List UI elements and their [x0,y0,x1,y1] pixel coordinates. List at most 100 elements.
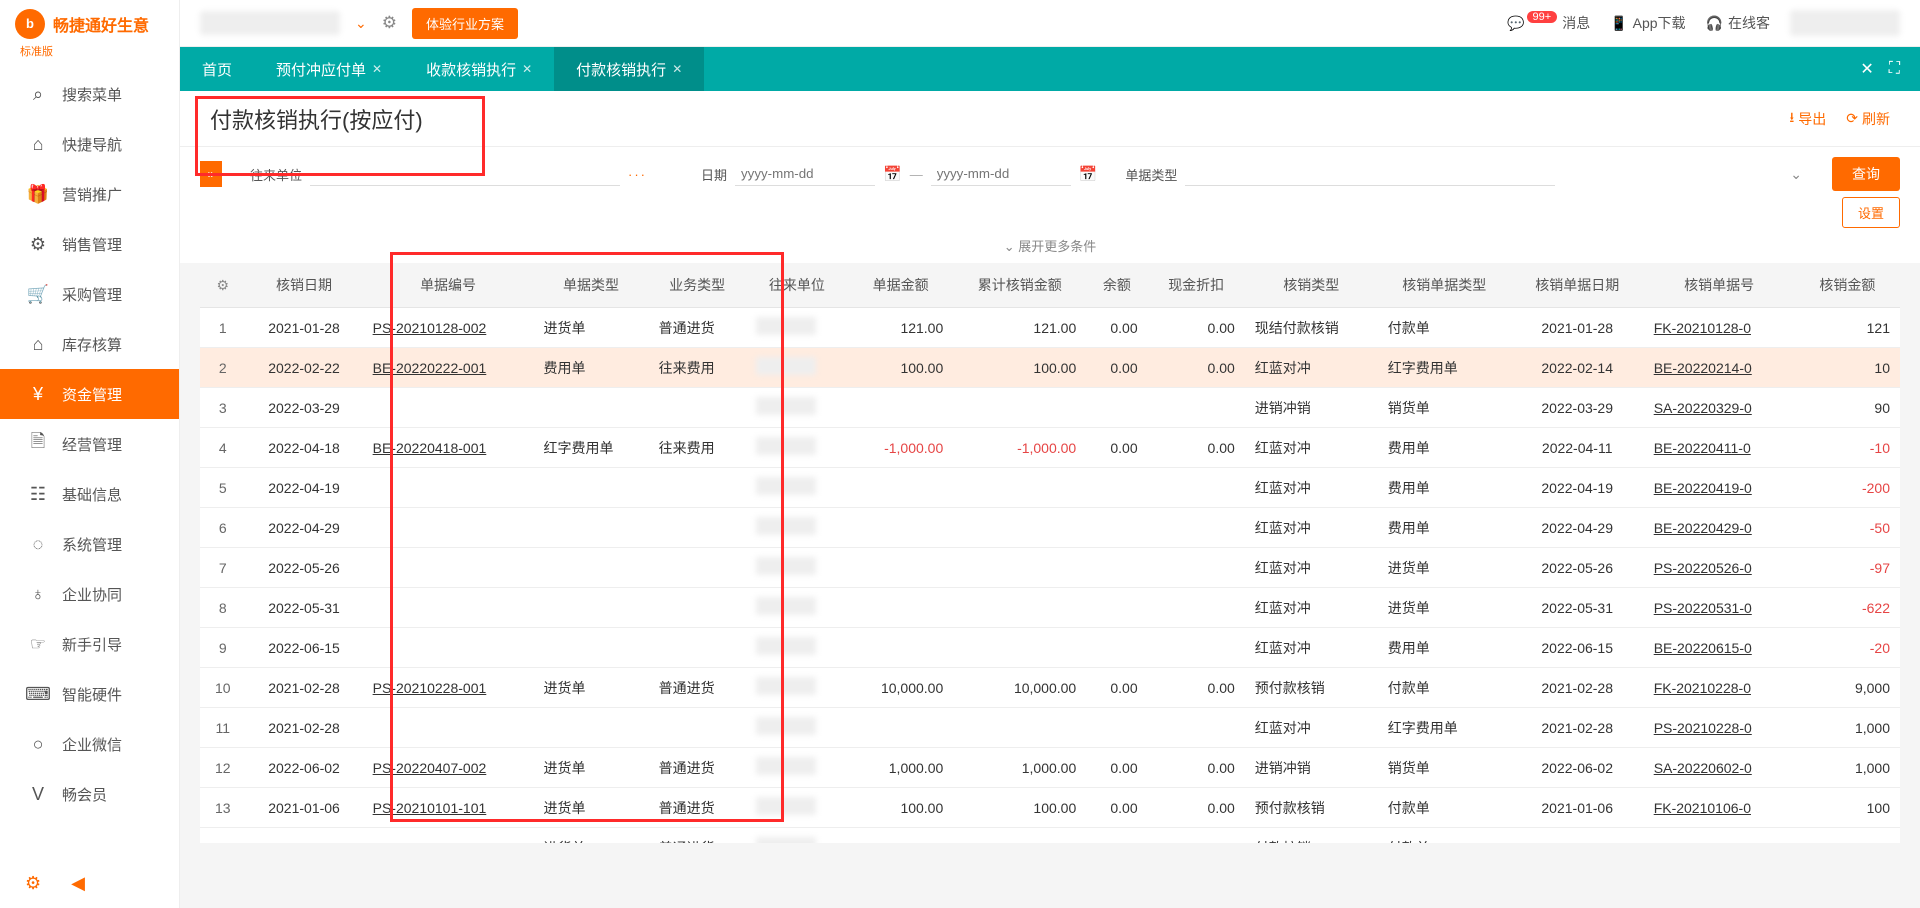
partner-lookup-icon[interactable]: ··· [628,167,647,182]
column-header[interactable]: 单据类型 [534,263,649,308]
date-from-input[interactable] [735,162,875,186]
filter-expand-toggle[interactable]: » [200,161,222,187]
calendar-icon[interactable]: 📅 [1079,165,1098,183]
sidebar-collapse-icon[interactable]: ◀ [71,873,85,894]
doc-code-link[interactable]: BE-20220418-001 [363,428,534,468]
table-row[interactable]: 82022-05-31红蓝对冲进货单2022-05-31PS-20220531-… [200,588,1900,628]
sidebar-item[interactable]: 🗎经营管理 [0,419,179,469]
table-row[interactable]: 102021-02-28PS-20210228-001进货单普通进货10,000… [200,668,1900,708]
sidebar-item[interactable]: 🎁营销推广 [0,169,179,219]
column-header[interactable]: 余额 [1086,263,1147,308]
sidebar-item[interactable]: ☞新手引导 [0,619,179,669]
writeoff-code-link[interactable]: SA-20220602-0 [1644,748,1795,788]
doc-code-link[interactable]: PS-20220407-002 [363,748,534,788]
doc-code-link[interactable] [363,508,534,548]
column-header[interactable]: 核销日期 [245,263,362,308]
column-header[interactable]: 累计核销金额 [953,263,1086,308]
writeoff-code-link[interactable]: PS-20220531-0 [1644,588,1795,628]
table-row[interactable]: 52022-04-19红蓝对冲费用单2022-04-19BE-20220419-… [200,468,1900,508]
partner-input[interactable] [310,162,620,186]
tab-close-icon[interactable]: ✕ [372,62,382,76]
writeoff-code-link[interactable]: BE-20220411-0 [1644,428,1795,468]
table-row[interactable]: 122022-06-02PS-20220407-002进货单普通进货1,000.… [200,748,1900,788]
trial-button[interactable]: 体验行业方案 [412,8,518,39]
column-header[interactable]: 业务类型 [649,263,746,308]
column-header[interactable]: 核销单据类型 [1378,263,1511,308]
org-settings-icon[interactable]: ⚙ [382,13,397,33]
column-header[interactable]: 核销单据号 [1644,263,1795,308]
table-row[interactable]: 12021-01-28PS-20210128-002进货单普通进货121.001… [200,308,1900,348]
doc-code-link[interactable] [363,588,534,628]
column-header[interactable]: 单据编号 [363,263,534,308]
support-button[interactable]: 🎧 在线客 [1706,13,1770,33]
tab[interactable]: 付款核销执行✕ [554,47,704,91]
settings-button[interactable]: 设置 [1842,197,1900,228]
sidebar-item[interactable]: ◌系统管理 [0,519,179,569]
doc-code-link[interactable] [363,388,534,428]
doctype-input[interactable] [1185,162,1555,186]
writeoff-code-link[interactable]: PS-20220526-0 [1644,548,1795,588]
tab[interactable]: 收款核销执行✕ [404,47,554,91]
filter-collapse-icon[interactable]: ⌄ [1790,166,1802,183]
sidebar-item[interactable]: ☷基础信息 [0,469,179,519]
sidebar-item[interactable]: 🛒采购管理 [0,269,179,319]
table-settings-icon[interactable] [200,263,245,308]
doc-code-link[interactable] [363,628,534,668]
table-row[interactable]: 42022-04-18BE-20220418-001红字费用单往来费用-1,00… [200,428,1900,468]
table-row[interactable]: 72022-05-26红蓝对冲进货单2022-05-26PS-20220526-… [200,548,1900,588]
table-row[interactable]: 92022-06-15红蓝对冲费用单2022-06-15BE-20220615-… [200,628,1900,668]
tab-close-icon[interactable]: ✕ [522,62,532,76]
column-header[interactable]: 单据金额 [848,263,953,308]
writeoff-code-link[interactable]: BE-20220214-0 [1644,348,1795,388]
tab[interactable]: 首页 [180,47,254,91]
writeoff-code-link[interactable]: FK-20210106-0 [1644,788,1795,828]
writeoff-code-link[interactable]: BE-20220429-0 [1644,508,1795,548]
refresh-button[interactable]: ⟳ 刷新 [1846,107,1890,131]
doc-code-link[interactable]: PS-20210101-101 [363,788,534,828]
tab-close-icon[interactable]: ✕ [672,62,682,76]
table-row[interactable]: 32022-03-29进销冲销销货单2022-03-29SA-20220329-… [200,388,1900,428]
messages-button[interactable]: 💬 99+ 消息 [1507,13,1590,33]
column-header[interactable]: 现金折扣 [1148,263,1245,308]
writeoff-code-link[interactable]: PS-20210228-0 [1644,708,1795,748]
doc-code-link[interactable] [363,468,534,508]
sidebar-item[interactable]: V畅会员 [0,769,179,819]
tab[interactable]: 预付冲应付单✕ [254,47,404,91]
org-dropdown-icon[interactable]: ⌄ [355,15,367,32]
query-button[interactable]: 查询 [1832,157,1900,191]
writeoff-code-link[interactable]: FK-20220725-1 [1644,828,1795,844]
sidebar-settings-icon[interactable]: ⚙ [25,873,41,894]
data-table-scroll[interactable]: 核销日期单据编号单据类型业务类型往来单位单据金额累计核销金额余额现金折扣核销类型… [200,263,1900,843]
writeoff-code-link[interactable]: SA-20220329-0 [1644,388,1795,428]
doc-code-link[interactable]: PS-20210228-001 [363,668,534,708]
doc-code-link[interactable] [363,548,534,588]
sidebar-item[interactable]: ⚙销售管理 [0,219,179,269]
table-row[interactable]: 62022-04-29红蓝对冲费用单2022-04-29BE-20220429-… [200,508,1900,548]
fullscreen-icon[interactable]: ⛶ [1889,60,1900,78]
table-row[interactable]: 22022-02-22BE-20220222-001费用单往来费用100.001… [200,348,1900,388]
column-header[interactable]: 往来单位 [746,263,848,308]
doc-code-link[interactable]: PS-20210817-002 [363,828,534,844]
sidebar-item[interactable]: ¥资金管理 [0,369,179,419]
doc-code-link[interactable] [363,708,534,748]
column-header[interactable]: 核销类型 [1245,263,1378,308]
expand-more-filters[interactable]: ⌄ 展开更多条件 [200,228,1900,263]
writeoff-code-link[interactable]: BE-20220419-0 [1644,468,1795,508]
app-download-button[interactable]: 📱 App下载 [1610,13,1685,33]
sidebar-item[interactable]: ⌕搜索菜单 [0,69,179,119]
column-header[interactable]: 核销金额 [1795,263,1900,308]
sidebar-item[interactable]: ⌂快捷导航 [0,119,179,169]
doc-code-link[interactable]: PS-20210128-002 [363,308,534,348]
doc-code-link[interactable]: BE-20220222-001 [363,348,534,388]
table-row[interactable]: 142022-07-25PS-20210817-002进货单普通进货20.002… [200,828,1900,844]
sidebar-item[interactable]: ○企业微信 [0,719,179,769]
table-row[interactable]: 132021-01-06PS-20210101-101进货单普通进货100.00… [200,788,1900,828]
date-to-input[interactable] [931,162,1071,186]
writeoff-code-link[interactable]: BE-20220615-0 [1644,628,1795,668]
sidebar-item[interactable]: ♁企业协同 [0,569,179,619]
table-row[interactable]: 112021-02-28红蓝对冲红字费用单2021-02-28PS-202102… [200,708,1900,748]
export-button[interactable]: ⭳ 导出 [1789,107,1826,131]
tab-close-all-icon[interactable]: ✕ [1860,59,1873,79]
column-header[interactable]: 核销单据日期 [1511,263,1644,308]
calendar-icon[interactable]: 📅 [883,165,902,183]
